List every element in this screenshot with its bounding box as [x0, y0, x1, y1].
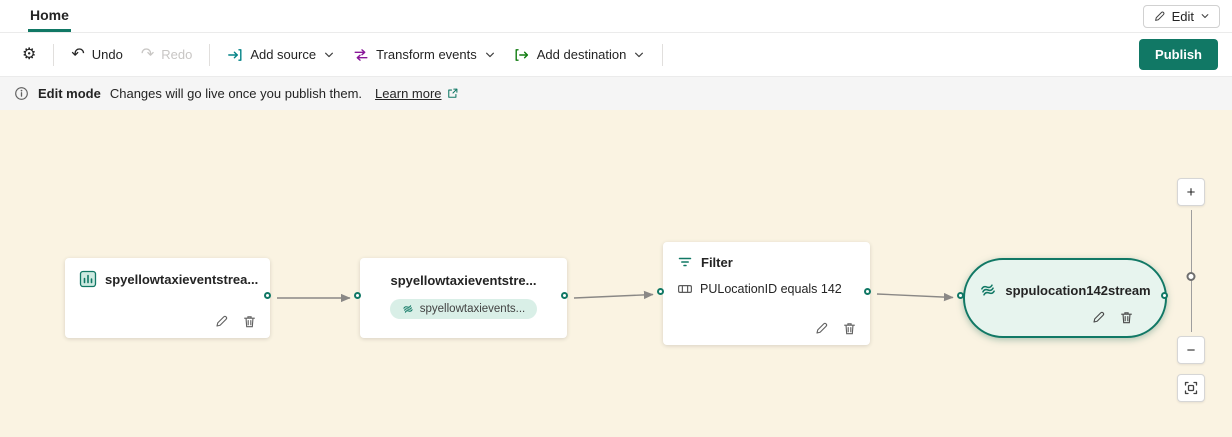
- fit-to-screen-icon: [1183, 380, 1199, 396]
- toolbar-divider: [53, 43, 55, 66]
- node-destination[interactable]: sppulocation142stream: [963, 258, 1167, 338]
- redo-button[interactable]: ↷ Redo: [133, 41, 200, 69]
- tab-home-label: Home: [30, 6, 69, 23]
- learn-more-link[interactable]: Learn more: [375, 86, 458, 101]
- zoom-in-label: +: [1186, 183, 1196, 201]
- node-stream-title: spyellowtaxieventstre...: [390, 273, 537, 288]
- external-link-icon: [446, 87, 459, 100]
- node-filter[interactable]: Filter PULocationID equals 142: [663, 242, 870, 345]
- add-source-button[interactable]: Add source: [219, 41, 343, 69]
- node-filter-actions: [814, 321, 858, 337]
- chevron-down-icon: [484, 49, 496, 61]
- filter-condition-row: PULocationID equals 142: [677, 281, 856, 297]
- toolbar-divider: [209, 43, 211, 66]
- node-destination-header: sppulocation142stream: [965, 281, 1165, 299]
- field-icon: [677, 281, 693, 297]
- settings-button[interactable]: ⚙: [14, 41, 44, 69]
- transform-events-icon: [353, 47, 369, 63]
- transform-events-label: Transform events: [376, 47, 477, 62]
- output-port[interactable]: [864, 288, 871, 295]
- redo-icon: ↷: [140, 45, 155, 63]
- fit-to-screen-button[interactable]: [1177, 374, 1205, 402]
- add-source-icon: [227, 47, 243, 63]
- edit-mode-label: Edit mode: [38, 86, 101, 101]
- gear-icon: ⚙: [22, 45, 37, 63]
- graph-canvas[interactable]: spyellowtaxieventstrea... spyellowtaxiev…: [0, 110, 1232, 437]
- zoom-slider[interactable]: [1177, 206, 1205, 336]
- transform-events-button[interactable]: Transform events: [345, 41, 504, 69]
- zoom-controls: + −: [1177, 178, 1205, 402]
- edit-node-button[interactable]: [214, 314, 230, 330]
- pencil-icon: [1153, 10, 1166, 23]
- publish-label: Publish: [1155, 47, 1202, 62]
- chevron-down-icon: [633, 49, 645, 61]
- info-icon: [14, 86, 29, 101]
- chevron-down-icon: [1200, 11, 1210, 21]
- learn-more-label: Learn more: [375, 86, 442, 101]
- output-port[interactable]: [264, 292, 271, 299]
- undo-icon: ↶: [71, 45, 85, 63]
- chevron-down-icon: [323, 49, 335, 61]
- stream-pill-label: spyellowtaxievents...: [419, 303, 526, 315]
- node-source-actions: [214, 314, 258, 330]
- node-source[interactable]: spyellowtaxieventstrea...: [65, 258, 270, 338]
- filter-condition-text: PULocationID equals 142: [700, 282, 842, 296]
- output-port[interactable]: [561, 292, 568, 299]
- undo-label: Undo: [91, 47, 123, 62]
- publish-button[interactable]: Publish: [1139, 39, 1218, 70]
- add-destination-label: Add destination: [536, 47, 627, 62]
- edit-mode-banner: Edit mode Changes will go live once you …: [0, 77, 1232, 110]
- redo-label: Redo: [161, 47, 193, 62]
- edit-button-label: Edit: [1171, 8, 1194, 24]
- event-wave-icon: [979, 281, 997, 299]
- node-destination-title: sppulocation142stream: [1005, 282, 1151, 298]
- zoom-out-label: −: [1186, 341, 1196, 359]
- bar-chart-icon: [79, 270, 97, 288]
- edit-node-button[interactable]: [814, 321, 830, 337]
- node-source-header: spyellowtaxieventstrea...: [79, 270, 259, 288]
- node-destination-actions: [1091, 310, 1135, 326]
- input-port[interactable]: [957, 292, 964, 299]
- input-port[interactable]: [657, 288, 664, 295]
- add-source-label: Add source: [250, 47, 317, 62]
- tab-home[interactable]: Home: [28, 0, 71, 32]
- command-toolbar: ⚙ ↶ Undo ↷ Redo Add source Transform eve…: [0, 33, 1232, 77]
- add-destination-icon: [514, 47, 530, 63]
- input-port[interactable]: [354, 292, 361, 299]
- edit-node-button[interactable]: [1091, 310, 1107, 326]
- filter-icon: [677, 254, 693, 270]
- delete-node-button[interactable]: [1119, 310, 1135, 326]
- output-port[interactable]: [1161, 292, 1168, 299]
- zoom-slider-handle[interactable]: [1186, 272, 1196, 281]
- delete-node-button[interactable]: [842, 321, 858, 337]
- node-filter-header: Filter: [677, 254, 856, 270]
- node-source-title: spyellowtaxieventstrea...: [105, 271, 259, 287]
- top-bar: Home Edit: [0, 0, 1232, 33]
- node-stream[interactable]: spyellowtaxieventstre... spyellowtaxieve…: [360, 258, 567, 338]
- banner-message: Changes will go live once you publish th…: [109, 86, 363, 101]
- toolbar-divider: [662, 43, 664, 66]
- zoom-in-button[interactable]: +: [1177, 178, 1205, 206]
- node-filter-title: Filter: [701, 254, 733, 270]
- event-wave-icon: [402, 303, 414, 315]
- stream-pill[interactable]: spyellowtaxievents...: [389, 299, 538, 319]
- add-destination-button[interactable]: Add destination: [506, 41, 654, 69]
- eventstream-editor: Home Edit ⚙ ↶ Undo ↷ Redo Add source Tra…: [0, 0, 1232, 437]
- delete-node-button[interactable]: [242, 314, 258, 330]
- edit-button[interactable]: Edit: [1142, 4, 1220, 28]
- undo-button[interactable]: ↶ Undo: [63, 41, 130, 69]
- zoom-out-button[interactable]: −: [1177, 336, 1205, 364]
